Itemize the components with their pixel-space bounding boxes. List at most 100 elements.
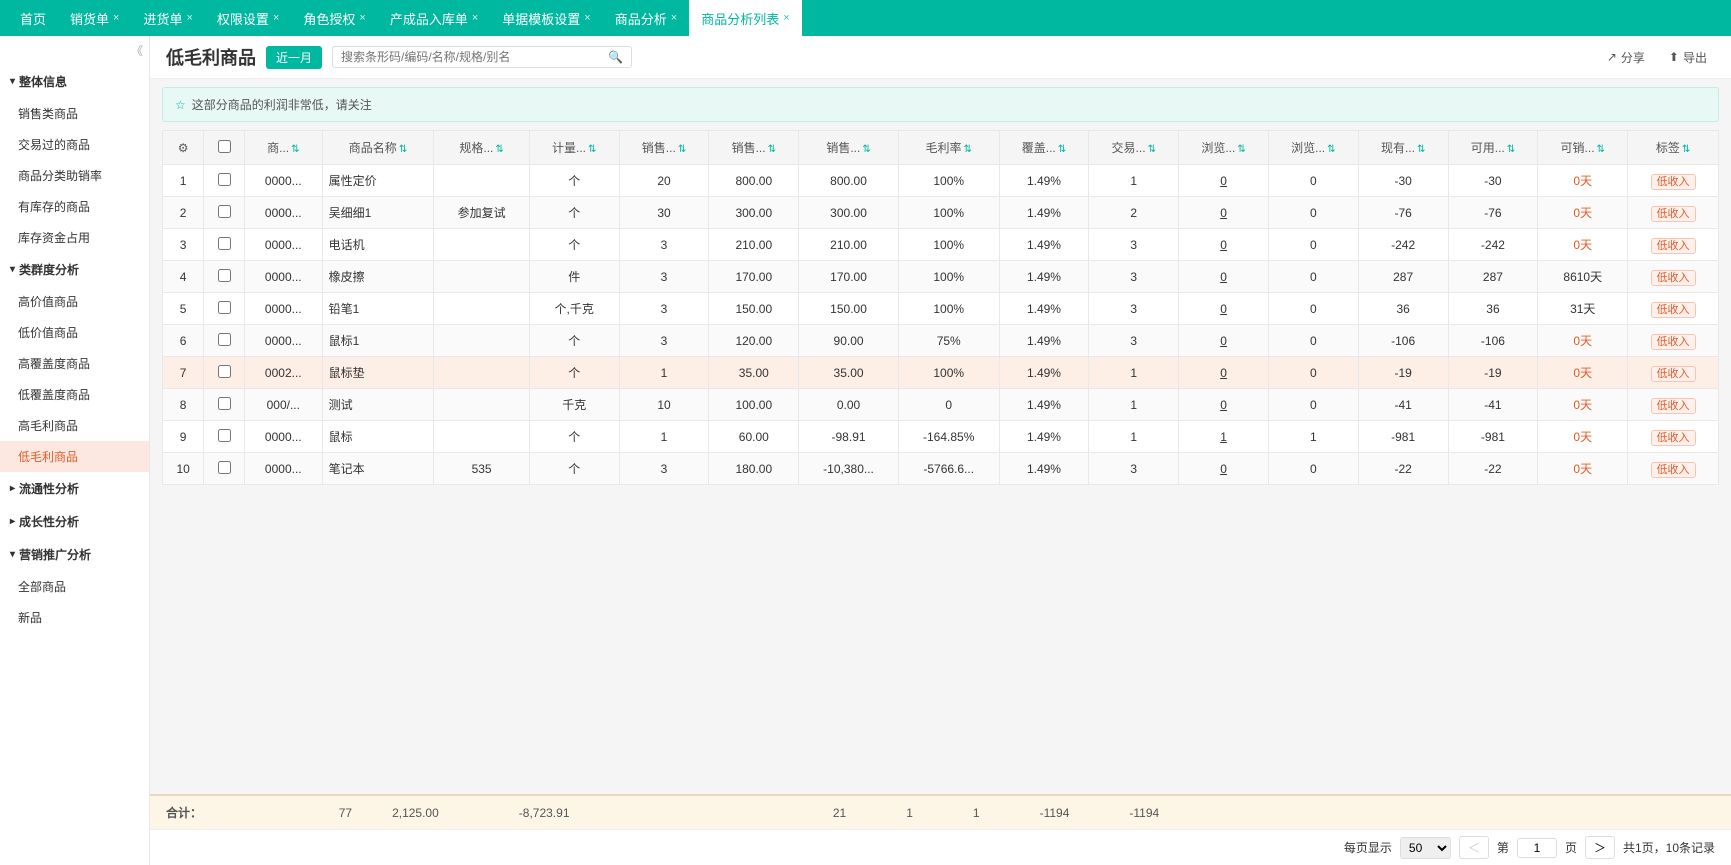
row-checkbox[interactable] [204,453,245,485]
sidebar-item-in-stock[interactable]: 有库存的商品 [0,191,149,222]
row-checkbox[interactable] [204,421,245,453]
nav-roles[interactable]: 角色授权 × [291,0,377,36]
row-sales-qty: 3 [619,453,709,485]
page-number-input[interactable] [1517,838,1557,858]
sidebar-item-high-coverage[interactable]: 高覆盖度商品 [0,348,149,379]
row-select-checkbox[interactable] [218,333,231,346]
sidebar-item-new-products[interactable]: 新品 [0,602,149,633]
row-sales-price: 210.00 [709,229,799,261]
table-container: ⚙ 商...⇅ 商品名称⇅ 规格...⇅ 计量...⇅ 销售...⇅ 销售...… [150,130,1731,794]
row-views1[interactable]: 0 [1179,229,1269,261]
row-checkbox[interactable] [204,197,245,229]
nav-home[interactable]: 首页 [8,0,58,36]
sidebar-collapse-button[interactable]: 《 [0,36,149,65]
sidebar-item-low-coverage[interactable]: 低覆盖度商品 [0,379,149,410]
sidebar-group-overall-info[interactable]: ▾ 整体信息 [0,65,149,98]
row-checkbox[interactable] [204,389,245,421]
col-unit: 计量...⇅ [529,131,619,165]
row-tag: 低收入 [1628,325,1719,357]
group-arrow-overall: ▾ [10,76,15,87]
sidebar-group-marketing[interactable]: ▾ 营销推广分析 [0,538,149,571]
row-views1[interactable]: 0 [1179,261,1269,293]
row-name: 属性定价 [322,165,434,197]
nav-purchase[interactable]: 进货单 × [131,0,204,36]
sidebar-item-low-value[interactable]: 低价值商品 [0,317,149,348]
row-code: 0000... [244,421,322,453]
row-checkbox[interactable] [204,325,245,357]
col-tag: 标签⇅ [1628,131,1719,165]
filter-button[interactable]: 近一月 [266,46,322,69]
row-checkbox[interactable] [204,261,245,293]
share-icon: ↗ [1607,50,1617,64]
row-views1[interactable]: 0 [1179,293,1269,325]
row-select-checkbox[interactable] [218,365,231,378]
per-page-select[interactable]: 50 100 200 [1400,837,1451,859]
row-saleable: 0天 [1538,421,1628,453]
sidebar-group-growth[interactable]: ▸ 成长性分析 [0,505,149,538]
row-select-checkbox[interactable] [218,301,231,314]
sidebar-item-high-value[interactable]: 高价值商品 [0,286,149,317]
data-table: ⚙ 商...⇅ 商品名称⇅ 规格...⇅ 计量...⇅ 销售...⇅ 销售...… [162,130,1719,485]
nav-product-entry-close[interactable]: × [472,12,478,24]
row-select-checkbox[interactable] [218,269,231,282]
row-coverage: 1.49% [999,197,1089,229]
row-select-checkbox[interactable] [218,397,231,410]
sidebar-item-all-products[interactable]: 全部商品 [0,571,149,602]
row-views1[interactable]: 0 [1179,389,1269,421]
row-select-checkbox[interactable] [218,461,231,474]
sidebar-item-traded-products[interactable]: 交易过的商品 [0,129,149,160]
sidebar-group-liquidity[interactable]: ▸ 流通性分析 [0,472,149,505]
row-views1[interactable]: 0 [1179,357,1269,389]
row-checkbox[interactable] [204,229,245,261]
nav-permissions[interactable]: 权限设置 × [205,0,291,36]
nav-purchase-close[interactable]: × [186,12,192,24]
row-select-checkbox[interactable] [218,205,231,218]
table-row: 1 0000... 属性定价 个 20 800.00 800.00 100% 1… [163,165,1719,197]
nav-product-analysis[interactable]: 商品分析 × [603,0,689,36]
search-input[interactable] [341,50,604,64]
row-no: 6 [163,325,204,357]
row-checkbox[interactable] [204,165,245,197]
row-sales-price: 120.00 [709,325,799,357]
row-gross-margin: 75% [898,325,999,357]
table-row: 2 0000... 吴细细1 参加复试 个 30 300.00 300.00 1… [163,197,1719,229]
row-select-checkbox[interactable] [218,429,231,442]
row-views1[interactable]: 0 [1179,325,1269,357]
sidebar-item-capital-usage[interactable]: 库存资金占用 [0,222,149,253]
row-sales-price: 170.00 [709,261,799,293]
total-info: 共1页，10条记录 [1623,839,1715,856]
nav-sales-close[interactable]: × [113,12,119,24]
nav-template-settings-close[interactable]: × [584,12,590,24]
sidebar-item-low-margin[interactable]: 低毛利商品 [0,441,149,472]
col-settings[interactable]: ⚙ [163,131,204,165]
next-page-button[interactable]: ＞ [1585,836,1615,859]
nav-product-analysis-list-close[interactable]: × [783,12,789,24]
sidebar-item-sales-products[interactable]: 销售类商品 [0,98,149,129]
row-no: 3 [163,229,204,261]
col-gross-margin: 毛利率⇅ [898,131,999,165]
table-row: 9 0000... 鼠标 个 1 60.00 -98.91 -164.85% 1… [163,421,1719,453]
row-views1[interactable]: 0 [1179,453,1269,485]
sidebar-item-category-rate[interactable]: 商品分类助销率 [0,160,149,191]
col-checkbox[interactable] [204,131,245,165]
export-button[interactable]: ⬆ 导出 [1661,45,1715,70]
nav-roles-close[interactable]: × [359,12,365,24]
share-button[interactable]: ↗ 分享 [1599,45,1653,70]
nav-product-analysis-list[interactable]: 商品分析列表 × [689,0,801,36]
row-select-checkbox[interactable] [218,237,231,250]
nav-permissions-close[interactable]: × [273,12,279,24]
nav-template-settings[interactable]: 单据模板设置 × [490,0,602,36]
sidebar-item-high-margin[interactable]: 高毛利商品 [0,410,149,441]
row-select-checkbox[interactable] [218,173,231,186]
nav-product-analysis-close[interactable]: × [671,12,677,24]
nav-product-entry[interactable]: 产成品入库单 × [378,0,490,36]
row-checkbox[interactable] [204,293,245,325]
nav-sales[interactable]: 销货单 × [58,0,131,36]
sidebar-group-cluster-analysis[interactable]: ▾ 类群度分析 [0,253,149,286]
row-checkbox[interactable] [204,357,245,389]
select-all-checkbox[interactable] [218,140,231,153]
row-views1[interactable]: 1 [1179,421,1269,453]
prev-page-button[interactable]: ＜ [1459,836,1489,859]
row-views1[interactable]: 0 [1179,197,1269,229]
row-views1[interactable]: 0 [1179,165,1269,197]
